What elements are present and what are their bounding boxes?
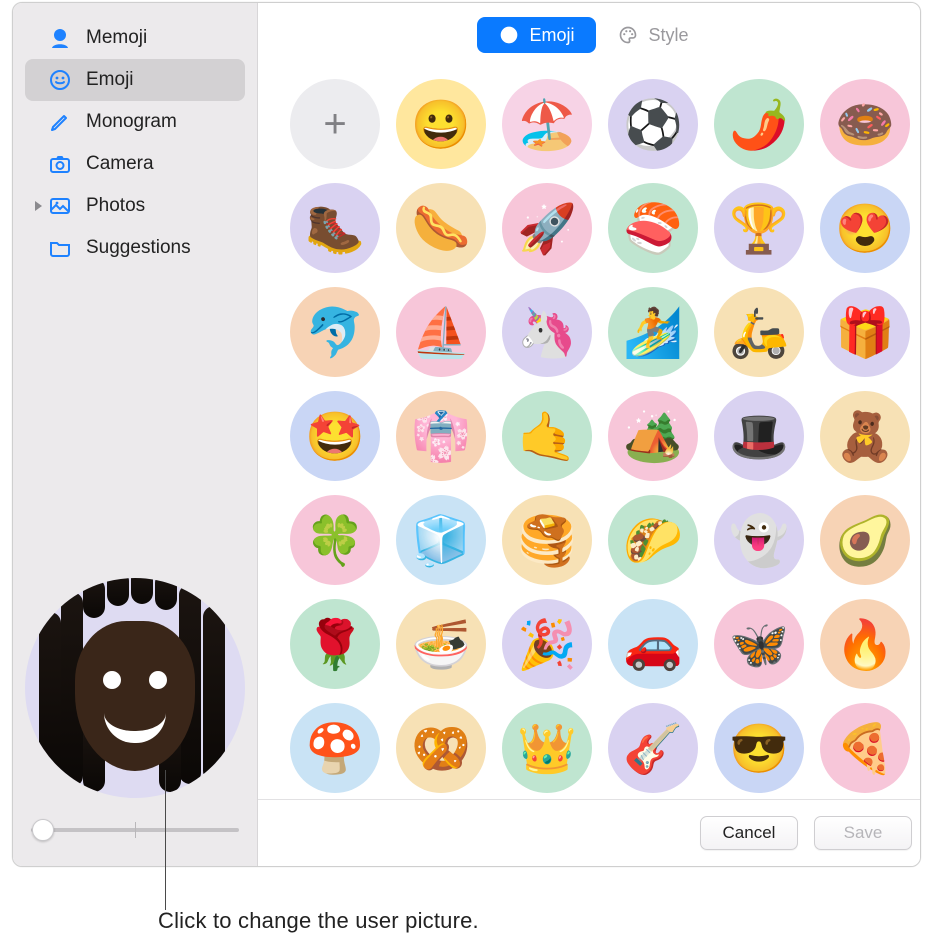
callout-text: Click to change the user picture. xyxy=(158,908,479,934)
tab-label: Emoji xyxy=(529,25,574,46)
emoji-option[interactable]: 🤩 xyxy=(290,391,380,481)
emoji-option[interactable]: 🎸 xyxy=(608,703,698,793)
zoom-center-tick xyxy=(135,822,136,838)
zoom-knob[interactable] xyxy=(32,819,54,841)
emoji-option[interactable]: 🎉 xyxy=(502,599,592,689)
sidebar-item-label: Emoji xyxy=(86,69,134,91)
emoji-option[interactable]: 🐬 xyxy=(290,287,380,377)
photos-icon xyxy=(46,192,74,220)
sidebar-item-photos[interactable]: Photos xyxy=(25,185,245,227)
main-panel: Emoji Style +😀🏖️⚽🌶️🍩 🥾🌭🚀🍣🏆😍 🐬⛵🦄🏄🛵🎁 🤩👘🤙🏕️🎩🧸 🍀… xyxy=(258,3,921,866)
emoji-option[interactable]: 🎁 xyxy=(820,287,910,377)
preview-area xyxy=(25,578,245,848)
sidebar-item-label: Memoji xyxy=(86,27,147,49)
tab-style[interactable]: Style xyxy=(596,17,710,53)
emoji-option[interactable]: 🎩 xyxy=(714,391,804,481)
footer: Cancel Save xyxy=(258,799,921,866)
cancel-button[interactable]: Cancel xyxy=(700,816,798,850)
emoji-option[interactable]: 🦋 xyxy=(714,599,804,689)
picker-tabbar: Emoji Style xyxy=(258,3,921,69)
emoji-option[interactable]: 🍜 xyxy=(396,599,486,689)
emoji-option[interactable]: 😀 xyxy=(396,79,486,169)
zoom-slider[interactable] xyxy=(31,820,239,840)
sidebar-list: Memoji Emoji Monogram xyxy=(25,17,245,269)
callout-leader-line xyxy=(165,770,166,910)
emoji-option[interactable]: 🏕️ xyxy=(608,391,698,481)
emoji-option[interactable]: 🌶️ xyxy=(714,79,804,169)
emoji-option[interactable]: 👘 xyxy=(396,391,486,481)
folder-icon xyxy=(46,234,74,262)
emoji-option[interactable]: 🥾 xyxy=(290,183,380,273)
tab-emoji[interactable]: Emoji xyxy=(477,17,596,53)
sidebar-item-label: Photos xyxy=(86,195,145,217)
emoji-option[interactable]: 🧊 xyxy=(396,495,486,585)
emoji-option[interactable]: 🥨 xyxy=(396,703,486,793)
emoji-option[interactable]: 🚗 xyxy=(608,599,698,689)
emoji-option[interactable]: ⚽ xyxy=(608,79,698,169)
emoji-option[interactable]: 🥑 xyxy=(820,495,910,585)
emoji-face-icon xyxy=(46,66,74,94)
emoji-option[interactable]: 🤙 xyxy=(502,391,592,481)
emoji-grid-scroll[interactable]: +😀🏖️⚽🌶️🍩 🥾🌭🚀🍣🏆😍 🐬⛵🦄🏄🛵🎁 🤩👘🤙🏕️🎩🧸 🍀🧊🥞🌮👻🥑 🌹🍜🎉🚗🦋🔥 🍄… xyxy=(258,69,921,799)
sidebar-item-suggestions[interactable]: Suggestions xyxy=(25,227,245,269)
pencil-icon xyxy=(46,108,74,136)
add-emoji-button[interactable]: + xyxy=(290,79,380,169)
disclosure-chevron-icon[interactable] xyxy=(35,201,42,211)
sidebar-item-monogram[interactable]: Monogram xyxy=(25,101,245,143)
emoji-option[interactable]: 🛵 xyxy=(714,287,804,377)
sidebar-item-emoji[interactable]: Emoji xyxy=(25,59,245,101)
emoji-option[interactable]: 🍩 xyxy=(820,79,910,169)
user-picture-picker-window: Memoji Emoji Monogram xyxy=(12,2,921,867)
button-label: Cancel xyxy=(723,823,776,843)
emoji-face-icon xyxy=(499,25,519,45)
sidebar: Memoji Emoji Monogram xyxy=(13,3,258,866)
emoji-grid: +😀🏖️⚽🌶️🍩 🥾🌭🚀🍣🏆😍 🐬⛵🦄🏄🛵🎁 🤩👘🤙🏕️🎩🧸 🍀🧊🥞🌮👻🥑 🌹🍜🎉🚗🦋🔥 🍄… xyxy=(290,79,910,793)
emoji-option[interactable]: 🥞 xyxy=(502,495,592,585)
button-label: Save xyxy=(844,823,883,843)
memoji-face xyxy=(75,621,195,771)
emoji-option[interactable]: 🍣 xyxy=(608,183,698,273)
emoji-option[interactable]: 🌮 xyxy=(608,495,698,585)
emoji-option[interactable]: 😎 xyxy=(714,703,804,793)
sidebar-item-memoji[interactable]: Memoji xyxy=(25,17,245,59)
emoji-option[interactable]: 😍 xyxy=(820,183,910,273)
emoji-option[interactable]: 🍀 xyxy=(290,495,380,585)
camera-icon xyxy=(46,150,74,178)
emoji-option[interactable]: 🍄 xyxy=(290,703,380,793)
emoji-option[interactable]: 🏄 xyxy=(608,287,698,377)
sidebar-item-label: Suggestions xyxy=(86,237,191,259)
emoji-option[interactable]: 🍕 xyxy=(820,703,910,793)
tab-label: Style xyxy=(648,25,688,46)
emoji-option[interactable]: 🚀 xyxy=(502,183,592,273)
palette-icon xyxy=(618,25,638,45)
emoji-option[interactable]: 🔥 xyxy=(820,599,910,689)
emoji-option[interactable]: 👑 xyxy=(502,703,592,793)
emoji-option[interactable]: 🌭 xyxy=(396,183,486,273)
sidebar-item-label: Camera xyxy=(86,153,154,175)
memoji-head-icon xyxy=(46,24,74,52)
emoji-option[interactable]: 🌹 xyxy=(290,599,380,689)
save-button[interactable]: Save xyxy=(814,816,912,850)
emoji-option[interactable]: 🦄 xyxy=(502,287,592,377)
sidebar-item-label: Monogram xyxy=(86,111,177,133)
user-picture-preview[interactable] xyxy=(25,578,245,798)
emoji-option[interactable]: 🏆 xyxy=(714,183,804,273)
sidebar-item-camera[interactable]: Camera xyxy=(25,143,245,185)
emoji-option[interactable]: 🏖️ xyxy=(502,79,592,169)
emoji-option[interactable]: ⛵ xyxy=(396,287,486,377)
emoji-option[interactable]: 🧸 xyxy=(820,391,910,481)
emoji-option[interactable]: 👻 xyxy=(714,495,804,585)
